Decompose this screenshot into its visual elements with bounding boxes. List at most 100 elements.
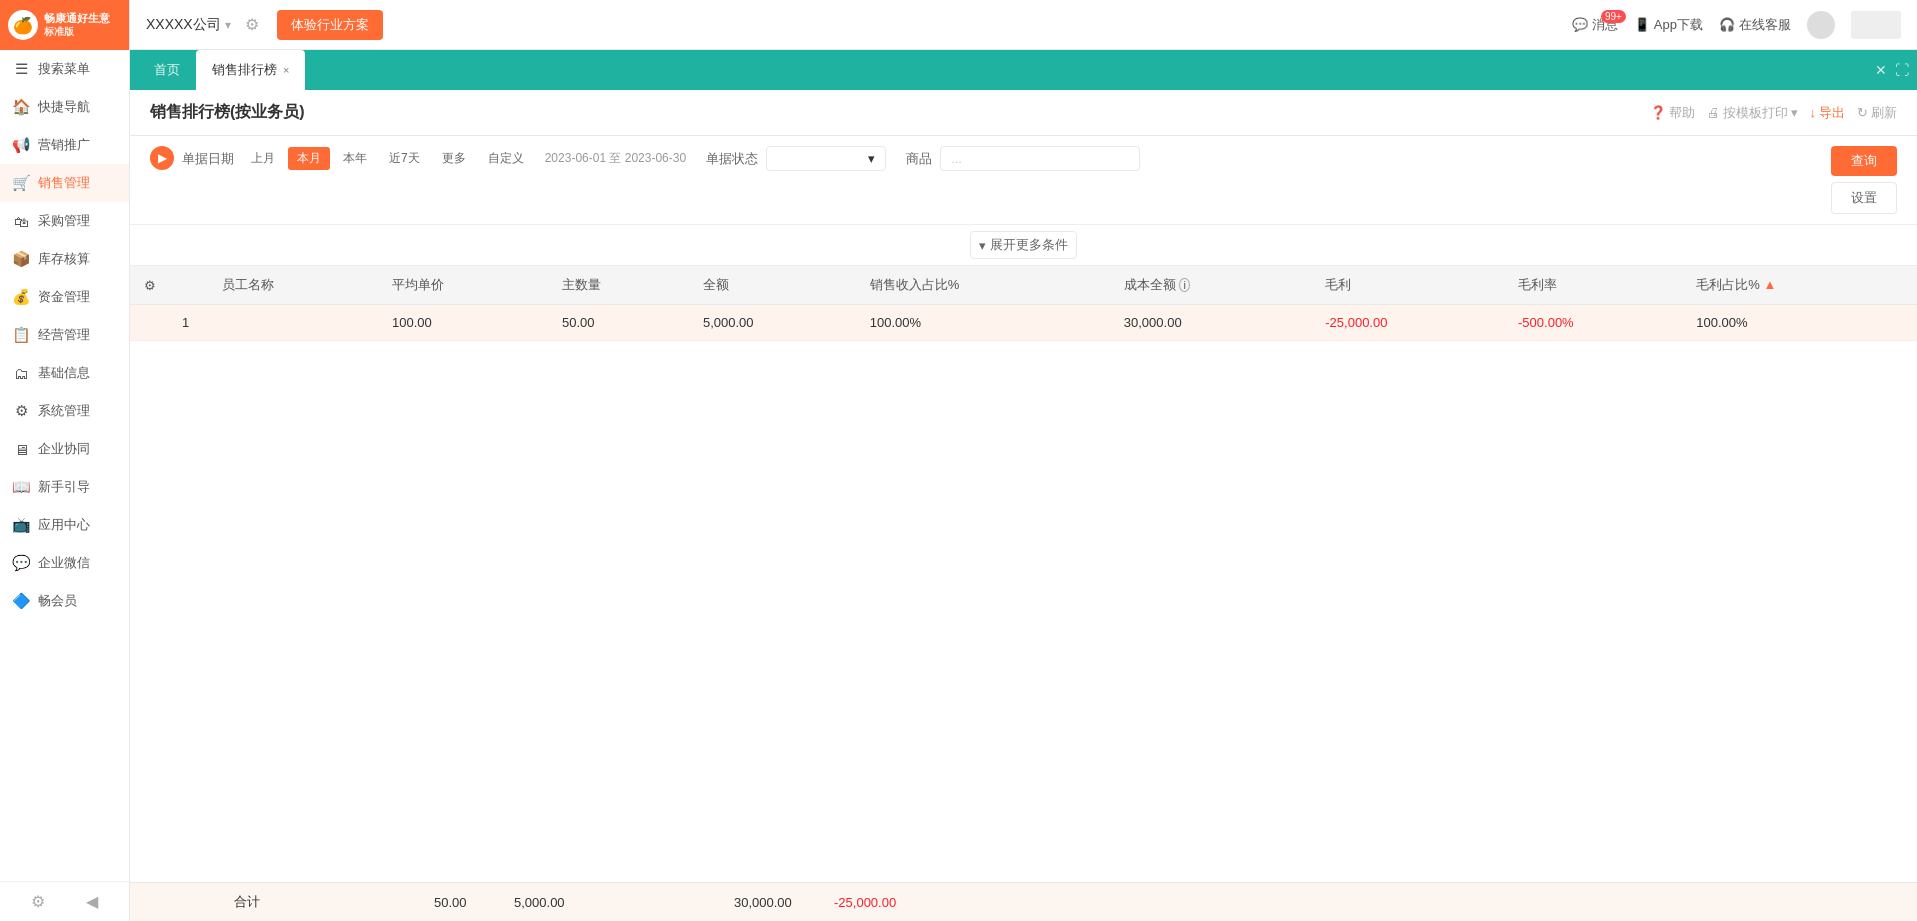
print-button[interactable]: 🖨 按模板打印 ▾ (1707, 104, 1798, 122)
filter-controls-row: 单据日期 上月 本月 本年 近7天 更多 自定义 2023-06-01 至 20… (182, 146, 1819, 171)
header-right: 💬 消息 99+ 📱 App下载 🎧 在线客服 (1572, 11, 1901, 39)
row-amount: 5,000.00 (691, 305, 858, 341)
avatar[interactable] (1807, 11, 1835, 39)
row-sales-pct: 100.00% (858, 305, 1112, 341)
topbar-settings-icon[interactable]: ⚙ (245, 15, 259, 34)
logo-text: 畅康通好生意 标准版 (44, 12, 110, 37)
col-settings[interactable]: ⚙ (130, 266, 170, 305)
sidebar-item-应用中心[interactable]: 📺 应用中心 (0, 506, 129, 544)
goods-filter-group: 商品 ... (906, 146, 1140, 171)
table-header-row: ⚙ 员工名称 平均单价 主数量 全额 销售收入占比% 成本全额 i 毛利 毛利率… (130, 266, 1917, 305)
sidebar-item-快捷导航[interactable]: 🏠快捷导航 (0, 88, 129, 126)
nav-icon: ⚙ (12, 402, 30, 420)
app-download-item[interactable]: 📱 App下载 (1634, 16, 1703, 34)
col-avg-price: 平均单价 (380, 266, 550, 305)
avatar-placeholder (1851, 11, 1901, 39)
row-profit-pct: 100.00% (1684, 305, 1917, 341)
sidebar-item-基础信息[interactable]: 🗂基础信息 (0, 354, 129, 392)
row-quantity: 50.00 (550, 305, 691, 341)
row-settings[interactable] (130, 305, 170, 341)
row-avg-price: 100.00 (380, 305, 550, 341)
date-tab-7days[interactable]: 近7天 (380, 147, 429, 170)
sidebar-item-搜索菜单[interactable]: ☰ 搜索菜单 (0, 50, 129, 88)
status-select[interactable]: ▾ (766, 146, 886, 171)
nav-label: 营销推广 (38, 136, 90, 154)
help-link[interactable]: ❓ 帮助 (1650, 104, 1695, 122)
filter-collapse-button[interactable]: ▶ (150, 146, 174, 170)
col-sales-pct: 销售收入占比% (858, 266, 1112, 305)
nav-label: 企业协同 (38, 440, 90, 458)
page-content: 销售排行榜(按业务员) ❓ 帮助 🖨 按模板打印 ▾ ↓ 导出 (130, 90, 1917, 921)
sidebar: 🍊 畅康通好生意 标准版 ☰ 搜索菜单 🏠快捷导航📢营销推广 🛒 销售管理 🛍采购管理📦库… (0, 0, 130, 921)
sidebar-item-企业微信[interactable]: 💬企业微信 (0, 544, 129, 582)
table-footer: 合计 50.00 5,000.00 30,000.00 -25,000.00 (130, 882, 1917, 921)
nav-icon: ☰ (12, 60, 30, 78)
nav-icon: 📖 (12, 478, 30, 496)
col-profit-pct: 毛利占比% ▲ (1684, 266, 1917, 305)
footer-cost: 30,000.00 (722, 895, 822, 910)
expand-icon: ▾ (979, 238, 986, 253)
col-profit-rate: 毛利率 (1506, 266, 1684, 305)
date-tab-custom[interactable]: 自定义 (479, 147, 533, 170)
filter-section: ▶ 单据日期 上月 本月 本年 近7天 更多 自定义 2023-06-01 至 (130, 136, 1917, 225)
table-body: 1 100.00 50.00 5,000.00 100.00% 30,000.0… (130, 305, 1917, 341)
date-tab-year[interactable]: 本年 (334, 147, 376, 170)
nav-label: 销售管理 (38, 174, 90, 192)
date-tab-this-month[interactable]: 本月 (288, 147, 330, 170)
help-icon: ❓ (1650, 105, 1666, 120)
sidebar-collapse-icon[interactable]: ◀ (86, 892, 98, 911)
sidebar-item-企业协同[interactable]: 🖥 企业协同 (0, 430, 129, 468)
sidebar-nav: ☰ 搜索菜单 🏠快捷导航📢营销推广 🛒 销售管理 🛍采购管理📦库存核算💰资金管理📋经营管理… (0, 50, 129, 881)
refresh-button[interactable]: ↻ 刷新 (1857, 104, 1897, 122)
company-selector[interactable]: XXXXX公司 ▾ (146, 16, 231, 34)
message-item[interactable]: 💬 消息 99+ (1572, 16, 1618, 34)
date-tab-prev[interactable]: 上月 (242, 147, 284, 170)
nav-icon: 🛒 (12, 174, 30, 192)
nav-label: 搜索菜单 (38, 60, 90, 78)
query-button[interactable]: 查询 (1831, 146, 1897, 176)
sidebar-logo: 🍊 畅康通好生意 标准版 (0, 0, 129, 50)
sidebar-item-经营管理[interactable]: 📋经营管理 (0, 316, 129, 354)
online-service-item[interactable]: 🎧 在线客服 (1719, 16, 1791, 34)
nav-icon: 🏠 (12, 98, 30, 116)
row-rank: 1 (170, 305, 210, 341)
table-row: 1 100.00 50.00 5,000.00 100.00% 30,000.0… (130, 305, 1917, 341)
tab-close-icon[interactable]: × (283, 64, 289, 76)
date-tab-more[interactable]: 更多 (433, 147, 475, 170)
home-tab-label: 首页 (154, 61, 180, 79)
row-name (210, 305, 380, 341)
sidebar-item-畅会员[interactable]: 🔷畅会员 (0, 582, 129, 620)
date-filter-label: 单据日期 (182, 150, 234, 168)
table-container: ⚙ 员工名称 平均单价 主数量 全额 销售收入占比% 成本全额 i 毛利 毛利率… (130, 266, 1917, 882)
export-button[interactable]: ↓ 导出 (1810, 104, 1846, 122)
nav-icon: 💰 (12, 288, 30, 306)
tab-sales-label: 销售排行榜 (212, 61, 277, 79)
sidebar-item-采购管理[interactable]: 🛍采购管理 (0, 202, 129, 240)
settings-button[interactable]: 设置 (1831, 182, 1897, 214)
company-name: XXXXX公司 (146, 16, 221, 34)
tab-home[interactable]: 首页 (138, 50, 196, 90)
nav-icon: 📋 (12, 326, 30, 344)
company-dropdown-icon: ▾ (225, 18, 231, 32)
expand-button[interactable]: ▾ 展开更多条件 (970, 231, 1077, 259)
nav-icon: 🖥 (12, 441, 30, 458)
row-cost: 30,000.00 (1112, 305, 1313, 341)
nav-icon: 📺 (12, 516, 30, 534)
sidebar-settings-icon[interactable]: ⚙ (31, 892, 45, 911)
sidebar-item-营销推广[interactable]: 📢营销推广 (0, 126, 129, 164)
nav-label: 应用中心 (38, 516, 90, 534)
sidebar-item-新手引导[interactable]: 📖新手引导 (0, 468, 129, 506)
sidebar-item-资金管理[interactable]: 💰资金管理 (0, 278, 129, 316)
sidebar-item-系统管理[interactable]: ⚙系统管理 (0, 392, 129, 430)
tab-close-all-icon[interactable]: ✕ (1875, 62, 1887, 78)
tab-sales-ranking[interactable]: 销售排行榜 × (196, 50, 305, 90)
trial-button[interactable]: 体验行业方案 (277, 10, 383, 40)
tab-restore-icon[interactable]: ⛶ (1895, 62, 1909, 78)
sidebar-item-库存核算[interactable]: 📦库存核算 (0, 240, 129, 278)
sidebar-item-销售管理[interactable]: 🛒 销售管理 (0, 164, 129, 202)
col-name: 员工名称 (210, 266, 380, 305)
nav-icon: 🗂 (12, 365, 30, 382)
goods-input[interactable]: ... (940, 146, 1140, 171)
nav-icon: 🔷 (12, 592, 30, 610)
row-profit-rate: -500.00% (1506, 305, 1684, 341)
